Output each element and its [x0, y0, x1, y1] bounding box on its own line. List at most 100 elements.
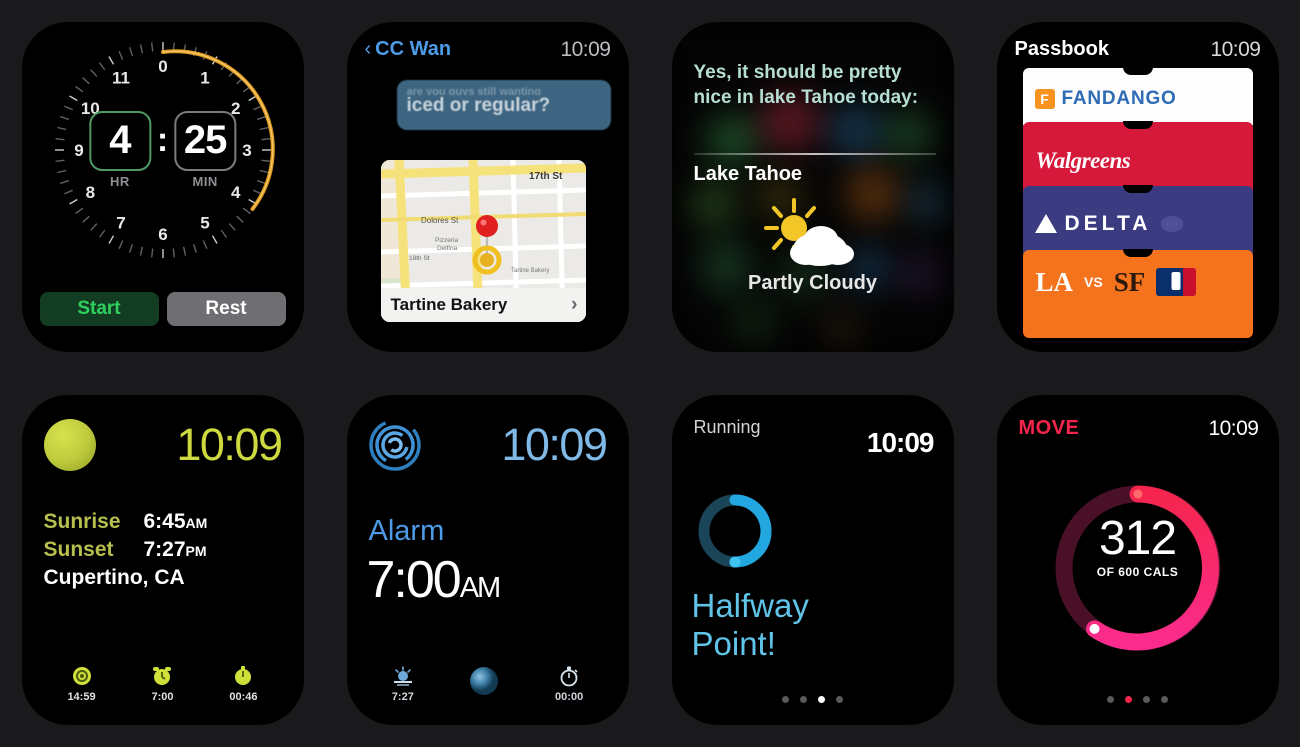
watch-sunrise[interactable]: 10:09 Sunrise 6:45 AM Sunset 7:27 PM Cup…	[21, 395, 304, 726]
watch-cell-sunrise: 10:09 Sunrise 6:45 AM Sunset 7:27 PM Cup…	[0, 374, 325, 747]
passbook-status-row: Passbook 10:09	[1015, 37, 1262, 62]
passbook-clock: 10:09	[1210, 37, 1261, 61]
running-progress-ring	[698, 494, 771, 568]
watch-cell-timer: 0 1 2 3 4 5 6 7 8 9 10 11 4 HR : 25 MIN Start	[0, 0, 325, 374]
sun-timer-icon	[72, 667, 91, 686]
running-message-line1: Halfway	[691, 587, 809, 625]
passbook-screen: Passbook 10:09 F FANDANGO Walgreens DELT…	[997, 22, 1279, 352]
complication-sunset[interactable]: 7:27	[392, 665, 414, 703]
running-activity-label: Running	[693, 417, 761, 438]
timer-minutes-field[interactable]: 25 MIN	[174, 110, 237, 189]
move-page-indicator[interactable]	[997, 696, 1279, 704]
timer-rest-button[interactable]: Rest	[166, 291, 286, 326]
sunrise-row: Sunrise 6:45 AM	[44, 510, 208, 534]
pass-card-delta[interactable]: DELTA	[1022, 184, 1253, 258]
svg-text:Dolores St: Dolores St	[421, 216, 459, 225]
page-dot	[836, 696, 843, 704]
sunrise-city: Cupertino, CA	[43, 566, 185, 590]
stopwatch-icon	[235, 666, 252, 686]
weather-condition: Partly Cloudy	[748, 271, 877, 294]
alarm-time-ampm: AM	[459, 572, 501, 605]
moon-globe-icon	[470, 667, 499, 696]
timer-colon: :	[156, 121, 169, 160]
timer-start-button[interactable]: Start	[39, 291, 159, 326]
timer-hours-field[interactable]: 4 HR	[88, 110, 151, 189]
sunset-icon	[393, 666, 412, 686]
sunset-label: Sunset	[43, 538, 114, 562]
card-notch-icon	[1122, 66, 1153, 75]
watch-messages[interactable]: ‹ CC Wan 10:09 are you guys still wantin…	[346, 21, 629, 352]
fandango-mark-icon: F	[1034, 88, 1055, 109]
message-bubble-truncated-text: are you guys still wanting	[406, 85, 541, 95]
svg-text:9: 9	[74, 141, 83, 160]
sunrise-clock: 10:09	[176, 419, 283, 471]
watch-siri-weather[interactable]: Yes, it should be pretty nice in lake Ta…	[671, 21, 954, 352]
siri-weather-screen: Yes, it should be pretty nice in lake Ta…	[671, 21, 954, 352]
complication-moon[interactable]	[468, 665, 500, 703]
watch-cell-alarm: 10:09 Alarm 7:00AM 7:27 00:00	[325, 374, 650, 747]
card-notch-icon	[1122, 184, 1153, 193]
watch-move[interactable]: MOVE 10:09 312 OF 600 CALS	[996, 395, 1279, 726]
complication-stopwatch-value: 00:46	[229, 691, 258, 704]
messages-contact-name: CC Wan	[375, 38, 452, 61]
page-dot-active	[818, 696, 825, 704]
siri-divider	[693, 152, 936, 155]
delta-triangle-icon	[1034, 214, 1057, 234]
stopwatch-icon	[560, 666, 578, 687]
svg-text:6: 6	[158, 225, 167, 244]
complication-alarm-value: 7:00	[151, 691, 174, 704]
watch-timer[interactable]: 0 1 2 3 4 5 6 7 8 9 10 11 4 HR : 25 MIN Start	[21, 21, 304, 352]
map-attachment-card[interactable]: 17th St Dolores St Pizzeria Delfina 18th…	[380, 159, 586, 322]
card-notch-icon	[1122, 120, 1153, 129]
sunset-row: Sunset 7:27 PM	[44, 538, 208, 562]
sunrise-value: 6:45	[143, 510, 186, 534]
move-calories-subtitle: OF 600 CALS	[1096, 565, 1179, 580]
fandango-brand-label: FANDANGO	[1061, 87, 1177, 109]
running-page-indicator[interactable]	[672, 696, 954, 704]
watch-gallery-grid: 0 1 2 3 4 5 6 7 8 9 10 11 4 HR : 25 MIN Start	[0, 0, 1300, 747]
page-dot	[800, 696, 807, 704]
map-card-label-row[interactable]: Tartine Bakery ›	[380, 287, 586, 322]
move-calories-value: 312	[1098, 512, 1177, 566]
move-center-readout: 312 OF 600 CALS	[997, 512, 1279, 580]
sunset-ampm: PM	[185, 543, 207, 560]
svg-text:Delfina: Delfina	[437, 245, 458, 252]
giants-logo-icon: SF	[1113, 266, 1146, 297]
message-bubble-text: iced or regular?	[406, 94, 551, 116]
partly-cloudy-icon	[758, 197, 868, 274]
running-message: Halfway Point!	[692, 587, 809, 663]
watch-running[interactable]: Running 10:09 Halfway Point!	[671, 395, 954, 726]
move-title: MOVE	[1018, 417, 1080, 440]
svg-text:1: 1	[200, 68, 209, 87]
pass-card-mlb[interactable]: LA VS SF	[1022, 248, 1253, 338]
messages-back-button[interactable]: ‹ CC Wan	[365, 38, 452, 61]
sun-sphere-icon	[43, 419, 96, 472]
mlb-logo-icon	[1156, 268, 1197, 297]
chevron-right-icon: ›	[571, 293, 578, 315]
alarm-clock-icon	[153, 667, 172, 686]
complication-sunset-value: 7:27	[391, 691, 414, 704]
watch-alarm[interactable]: 10:09 Alarm 7:00AM 7:27 00:00	[346, 395, 629, 726]
complication-stopwatch[interactable]: 00:46	[229, 665, 258, 704]
svg-text:Pizzeria: Pizzeria	[435, 237, 459, 244]
running-clock: 10:09	[866, 427, 935, 459]
mlb-vs-label: VS	[1084, 274, 1103, 291]
svg-text:3: 3	[242, 141, 251, 160]
delta-brand-label: DELTA	[1064, 211, 1152, 235]
watch-cell-running: Running 10:09 Halfway Point!	[650, 374, 975, 747]
watch-passbook[interactable]: Passbook 10:09 F FANDANGO Walgreens DELT…	[996, 21, 1279, 352]
timer-fields: 4 HR : 25 MIN	[88, 110, 237, 189]
card-notch-icon	[1122, 248, 1153, 257]
watch-cell-move: MOVE 10:09 312 OF 600 CALS	[975, 374, 1300, 747]
complication-alarm[interactable]: 7:00	[151, 665, 174, 704]
page-dot	[1161, 696, 1168, 704]
svg-text:11: 11	[112, 68, 130, 87]
svg-text:7: 7	[116, 213, 125, 232]
svg-text:0: 0	[158, 57, 167, 76]
page-dot	[1143, 696, 1150, 704]
complication-sun-timer[interactable]: 14:59	[67, 665, 96, 703]
complication-stopwatch[interactable]: 00:00	[555, 665, 583, 703]
message-bubble-incoming[interactable]: are you guys still wanting iced or regul…	[396, 79, 611, 130]
bubble-tail-icon	[596, 127, 609, 130]
move-screen: MOVE 10:09 312 OF 600 CALS	[997, 395, 1279, 725]
